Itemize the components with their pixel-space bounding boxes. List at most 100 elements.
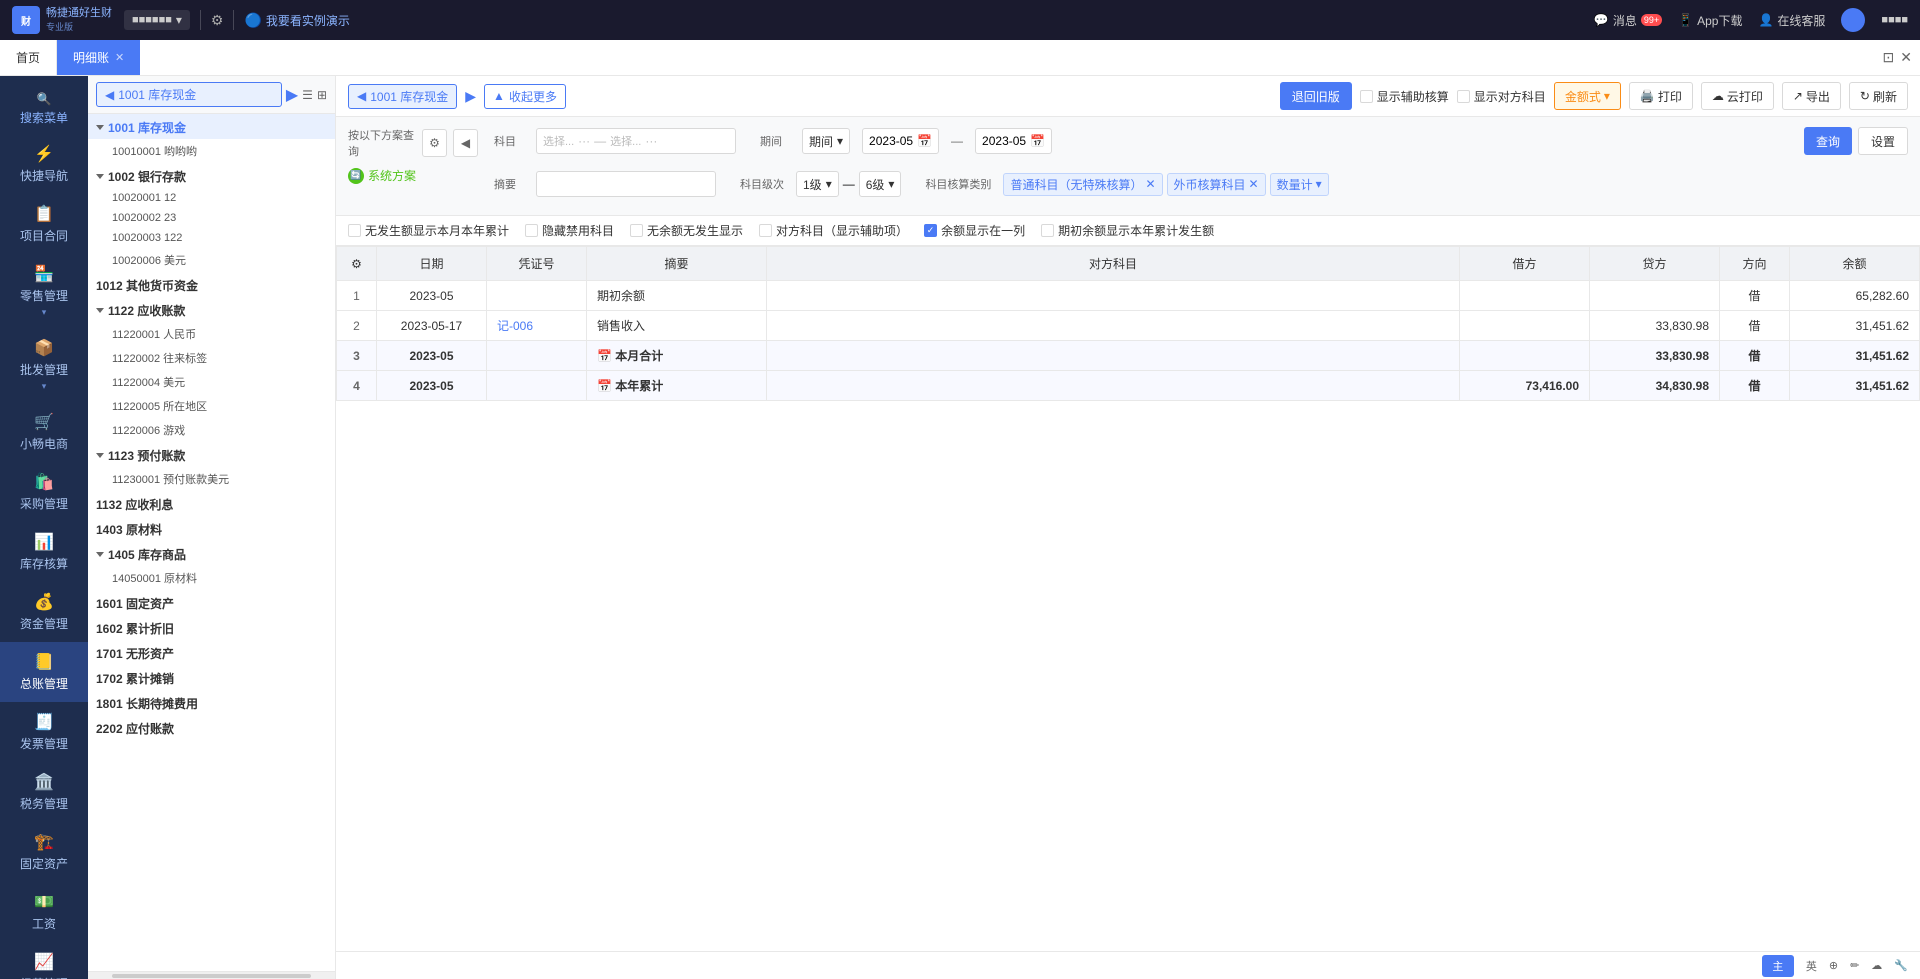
tag-normal[interactable]: 普通科目（无特殊核算） ✕ bbox=[1003, 173, 1162, 196]
col-settings[interactable]: ⚙ bbox=[337, 247, 377, 281]
account-group-1403[interactable]: 1403 原材料 bbox=[88, 516, 335, 541]
subject-input[interactable]: 选择... ··· — 选择... ··· bbox=[536, 128, 736, 154]
level-start-select[interactable]: 1级 ▾ bbox=[796, 171, 839, 197]
system-plan[interactable]: 🔄 系统方案 bbox=[348, 167, 478, 184]
tag-close-2[interactable]: ▾ bbox=[1316, 177, 1322, 191]
sidebar-item-4[interactable]: 🛒 小畅电商 bbox=[0, 402, 88, 462]
sidebar-item-7[interactable]: 💰 资金管理 bbox=[0, 582, 88, 642]
account-child-11220005[interactable]: 11220005 所在地区 bbox=[88, 394, 335, 418]
tab-maximize-icon[interactable]: ✕ bbox=[1900, 49, 1912, 66]
sidebar-item-13[interactable]: 📈 经营管理 bbox=[0, 942, 88, 979]
account-child-10020003[interactable]: 10020003 122 bbox=[88, 228, 335, 248]
account-group-1405[interactable]: 1405 库存商品 bbox=[88, 541, 335, 566]
sidebar-item-9[interactable]: 🧾 发票管理 bbox=[0, 702, 88, 762]
account-group-1602[interactable]: 1602 累计折旧 bbox=[88, 615, 335, 640]
account-child-10010001[interactable]: 10010001 哟哟哟 bbox=[88, 139, 335, 163]
nav-search[interactable]: 🔍 搜索菜单 bbox=[20, 84, 68, 134]
table-settings-icon[interactable]: ⚙ bbox=[351, 257, 362, 271]
list-view-icon[interactable]: ☰ bbox=[302, 88, 313, 102]
tag-foreign[interactable]: 外币核算科目 ✕ bbox=[1167, 173, 1266, 196]
account-child-11220001[interactable]: 11220001 人民币 bbox=[88, 322, 335, 346]
checkbox-3[interactable]: 对方科目（显示辅助项） bbox=[759, 222, 908, 239]
avatar[interactable] bbox=[1841, 8, 1865, 32]
settings-button[interactable]: 设置 bbox=[1858, 127, 1908, 155]
message-action[interactable]: 💬 消息 99+ bbox=[1594, 12, 1662, 29]
print-btn[interactable]: 🖨️ 打印 bbox=[1629, 82, 1693, 110]
account-group-1801[interactable]: 1801 长期待摊费用 bbox=[88, 690, 335, 715]
account-child-10020001[interactable]: 10020001 12 bbox=[88, 188, 335, 208]
account-child-11220006[interactable]: 11220006 游戏 bbox=[88, 418, 335, 442]
settings-icon[interactable]: ⚙ bbox=[211, 12, 224, 29]
account-child-10020006[interactable]: 10020006 美元 bbox=[88, 248, 335, 272]
account-child-11220004[interactable]: 11220004 美元 bbox=[88, 370, 335, 394]
account-child-10020002[interactable]: 10020002 23 bbox=[88, 208, 335, 228]
sidebar-item-1[interactable]: 📋 项目合同 bbox=[0, 194, 88, 254]
sidebar-item-3[interactable]: 📦 批发管理 ▾ bbox=[0, 328, 88, 402]
account-list[interactable]: 1001 库存现金 10010001 哟哟哟 1002 银行存款 1002000… bbox=[88, 114, 335, 971]
account-group-2202[interactable]: 2202 应付账款 bbox=[88, 715, 335, 740]
tab-home[interactable]: 首页 bbox=[0, 40, 57, 75]
table-area[interactable]: ⚙ 日期 凭证号 摘要 对方科目 借方 贷方 方向 余额 bbox=[336, 246, 1920, 951]
tab-close-icon[interactable]: ✕ bbox=[115, 51, 124, 64]
tag-close-0[interactable]: ✕ bbox=[1145, 177, 1155, 191]
sidebar-item-10[interactable]: 🏛️ 税务管理 bbox=[0, 762, 88, 822]
account-group-1001[interactable]: 1001 库存现金 bbox=[88, 114, 335, 139]
account-child-11230001[interactable]: 11230001 预付账款美元 bbox=[88, 467, 335, 491]
export-btn[interactable]: ↗ 导出 bbox=[1782, 82, 1841, 110]
sidebar-item-0[interactable]: ⚡ 快捷导航 bbox=[0, 134, 88, 194]
demo-link[interactable]: 🔵 我要看实例演示 bbox=[244, 12, 349, 29]
account-group-1132[interactable]: 1132 应收利息 bbox=[88, 491, 335, 516]
status-edit-icon[interactable]: ✏ bbox=[1850, 959, 1859, 972]
period-start-input[interactable]: 2023-05 📅 bbox=[862, 128, 939, 154]
show-auxiliary-checkbox[interactable]: 显示辅助核算 bbox=[1360, 88, 1449, 105]
voucher-link-2[interactable]: 记-006 bbox=[497, 319, 533, 333]
period-end-input[interactable]: 2023-05 📅 bbox=[975, 128, 1052, 154]
tree-view-icon[interactable]: ⊞ bbox=[317, 88, 327, 102]
account-child-14050001[interactable]: 14050001 原材料 bbox=[88, 566, 335, 590]
period-type-select[interactable]: 期间 ▾ bbox=[802, 128, 850, 154]
filter-settings-icon[interactable]: ⚙ bbox=[422, 129, 447, 157]
account-child-11220002[interactable]: 11220002 往来标签 bbox=[88, 346, 335, 370]
checkbox-1[interactable]: 隐藏禁用科目 bbox=[525, 222, 614, 239]
tag-quantity[interactable]: 数量计 ▾ bbox=[1270, 173, 1329, 196]
next-icon[interactable]: ▶ bbox=[465, 88, 476, 105]
checkbox-5[interactable]: 期初余额显示本年累计发生额 bbox=[1041, 222, 1214, 239]
sidebar-item-5[interactable]: 🛍️ 采购管理 bbox=[0, 462, 88, 522]
status-cloud-icon[interactable]: ☁ bbox=[1871, 959, 1882, 972]
return-btn[interactable]: 退回旧版 bbox=[1280, 82, 1352, 110]
tag-close-1[interactable]: ✕ bbox=[1249, 177, 1259, 191]
account-group-1012[interactable]: 1012 其他货币资金 bbox=[88, 272, 335, 297]
status-add-icon[interactable]: ⊕ bbox=[1829, 959, 1838, 972]
tab-restore-icon[interactable]: ⊡ bbox=[1883, 49, 1895, 66]
summary-input[interactable] bbox=[536, 171, 716, 197]
gold-format-btn[interactable]: 金额式 ▾ bbox=[1554, 82, 1621, 110]
checkbox-0[interactable]: 无发生额显示本月本年累计 bbox=[348, 222, 509, 239]
sidebar-item-12[interactable]: 💵 工资 bbox=[0, 882, 88, 942]
account-selected[interactable]: ◀ 1001 库存现金 bbox=[96, 82, 282, 107]
sidebar-item-11[interactable]: 🏗️ 固定资产 bbox=[0, 822, 88, 882]
checkbox-4[interactable]: ✓ 余额显示在一列 bbox=[924, 222, 1025, 239]
online-service-action[interactable]: 👤 在线客服 bbox=[1758, 12, 1825, 29]
account-group-1702[interactable]: 1702 累计摊销 bbox=[88, 665, 335, 690]
search-button[interactable]: 查询 bbox=[1804, 127, 1852, 155]
status-tools-icon[interactable]: 🔧 bbox=[1894, 959, 1908, 972]
collapse-btn[interactable]: ▲ 收起更多 bbox=[484, 84, 566, 109]
show-opposite-checkbox[interactable]: 显示对方科目 bbox=[1457, 88, 1546, 105]
status-input-icon[interactable]: 主 bbox=[1762, 955, 1794, 977]
account-group-1002[interactable]: 1002 银行存款 bbox=[88, 163, 335, 188]
account-group-1122[interactable]: 1122 应收账款 bbox=[88, 297, 335, 322]
filter-collapse-icon[interactable]: ◀ bbox=[453, 129, 478, 157]
account-group-1601[interactable]: 1601 固定资产 bbox=[88, 590, 335, 615]
status-lang[interactable]: 英 bbox=[1806, 958, 1817, 974]
sidebar-item-2[interactable]: 🏪 零售管理 ▾ bbox=[0, 254, 88, 328]
account-group-1123[interactable]: 1123 预付账款 bbox=[88, 442, 335, 467]
breadcrumb-account[interactable]: ◀ 1001 库存现金 bbox=[348, 84, 457, 109]
sidebar-item-8[interactable]: 📒 总账管理 bbox=[0, 642, 88, 702]
sidebar-item-6[interactable]: 📊 库存核算 bbox=[0, 522, 88, 582]
cloud-print-btn[interactable]: ☁ 云打印 bbox=[1701, 82, 1774, 110]
tree-scrollbar[interactable] bbox=[88, 971, 335, 979]
tab-detail[interactable]: 明细账 ✕ bbox=[57, 40, 140, 75]
app-download-action[interactable]: 📱 App下载 bbox=[1678, 12, 1742, 29]
company-selector[interactable]: ■■■■■■ ▾ bbox=[124, 10, 190, 30]
next-account-icon[interactable]: ▶ bbox=[286, 85, 298, 105]
